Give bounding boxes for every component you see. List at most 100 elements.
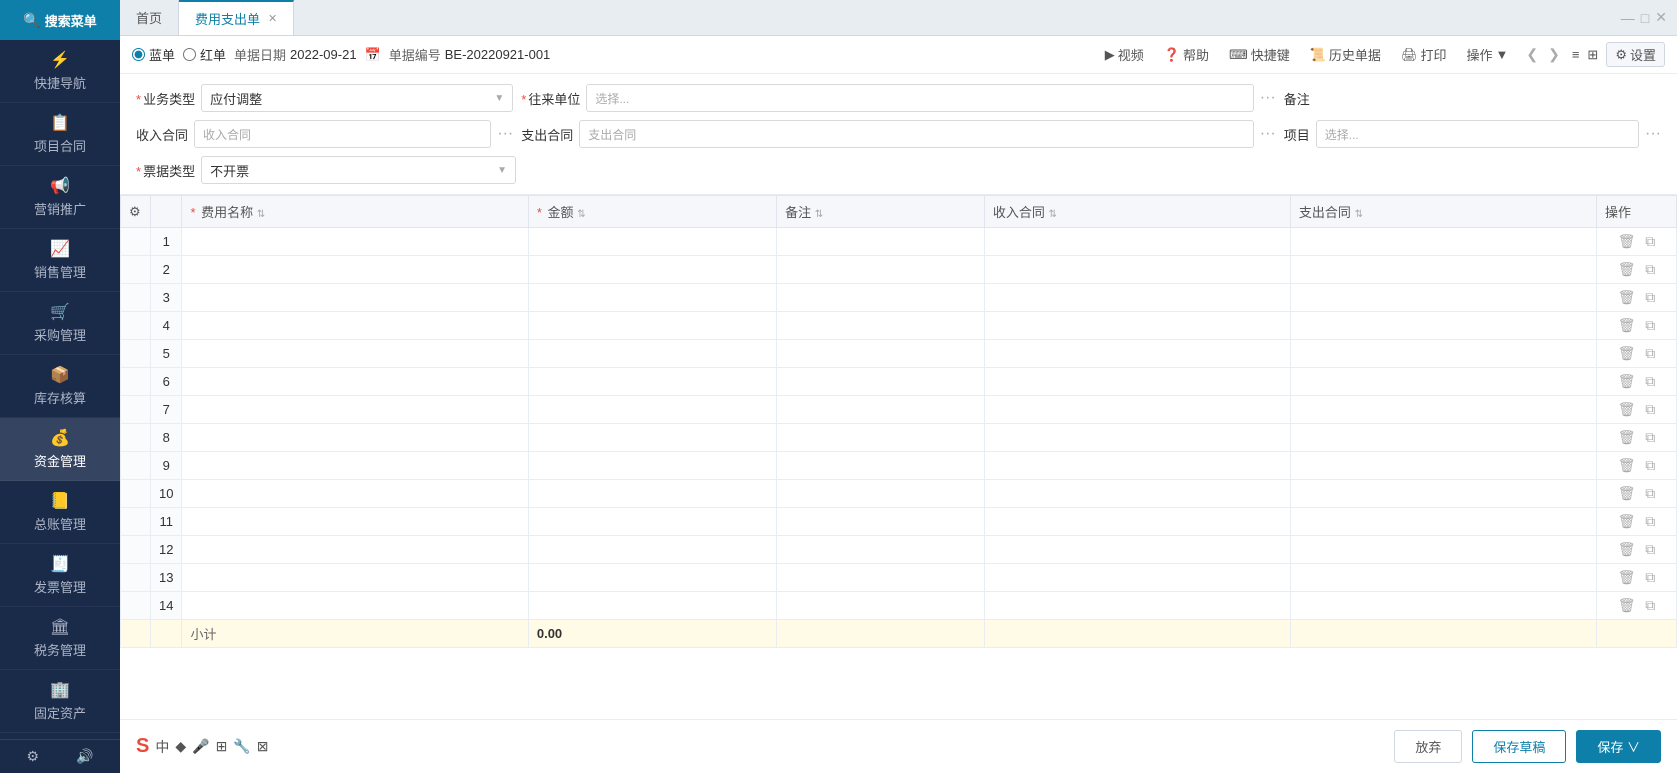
amount-cell[interactable] (528, 312, 776, 340)
sidebar-item-finance[interactable]: 💰 资金管理 (0, 418, 120, 481)
operation-button[interactable]: 操作 ▼ (1460, 43, 1514, 66)
expense-contract-cell[interactable] (1290, 508, 1596, 536)
volume-footer-icon[interactable]: 🔊 (76, 748, 93, 765)
expense-name-cell[interactable] (182, 424, 528, 452)
copy-row-icon[interactable]: ⧉ (1645, 597, 1655, 613)
expense-contract-cell[interactable] (1290, 424, 1596, 452)
print-button[interactable]: 🖨 打印 (1395, 43, 1453, 66)
income-contract-cell[interactable] (984, 536, 1290, 564)
amount-cell[interactable] (528, 424, 776, 452)
expense-name-cell[interactable] (182, 256, 528, 284)
note-cell[interactable] (777, 508, 985, 536)
red-bill-input[interactable] (183, 48, 196, 61)
income-contract-cell[interactable] (984, 480, 1290, 508)
settings-footer-icon[interactable]: ⚙ (27, 748, 40, 765)
delete-row-icon[interactable]: 🗑 (1618, 569, 1636, 585)
income-contract-cell[interactable] (984, 396, 1290, 424)
expense-contract-cell[interactable] (1290, 368, 1596, 396)
th-income-contract[interactable]: 收入合同 ⇅ (984, 196, 1290, 228)
income-contract-ellipsis[interactable]: ··· (497, 125, 513, 143)
nav-next-button[interactable]: ❯ (1544, 44, 1564, 65)
copy-row-icon[interactable]: ⧉ (1645, 233, 1655, 249)
amount-cell[interactable] (528, 452, 776, 480)
project-ellipsis[interactable]: ··· (1645, 125, 1661, 143)
sidebar-item-project-contract[interactable]: 📋 项目合同 (0, 103, 120, 166)
income-contract-cell[interactable] (984, 228, 1290, 256)
copy-row-icon[interactable]: ⧉ (1645, 541, 1655, 557)
partner-input[interactable]: 选择... (586, 84, 1253, 112)
save-draft-button[interactable]: 保存草稿 (1472, 730, 1566, 763)
window-minimize-icon[interactable]: — (1621, 10, 1635, 26)
sidebar-item-assets[interactable]: 🏢 固定资产 (0, 670, 120, 733)
window-close-icon[interactable]: ✕ (1655, 9, 1667, 26)
red-bill-radio[interactable]: 红单 (183, 45, 226, 64)
settings-button[interactable]: ⚙ 设置 (1606, 42, 1665, 67)
project-input[interactable]: 选择... (1316, 120, 1639, 148)
copy-row-icon[interactable]: ⧉ (1645, 317, 1655, 333)
partner-ellipsis[interactable]: ··· (1260, 89, 1276, 107)
expense-name-cell[interactable] (182, 312, 528, 340)
delete-row-icon[interactable]: 🗑 (1618, 261, 1636, 277)
tab-close-icon[interactable]: ✕ (268, 12, 277, 25)
note-cell[interactable] (777, 340, 985, 368)
expense-contract-cell[interactable] (1290, 284, 1596, 312)
note-cell[interactable] (777, 480, 985, 508)
expense-contract-cell[interactable] (1290, 564, 1596, 592)
delete-row-icon[interactable]: 🗑 (1618, 485, 1636, 501)
business-type-input[interactable]: 应付调整 ▼ (201, 84, 513, 112)
note-sort[interactable]: ⇅ (815, 209, 823, 220)
apps-icon[interactable]: ⊠ (257, 738, 269, 755)
amount-sort[interactable]: ⇅ (577, 209, 585, 220)
delete-row-icon[interactable]: 🗑 (1618, 597, 1636, 613)
expense-name-cell[interactable] (182, 592, 528, 620)
copy-row-icon[interactable]: ⧉ (1645, 513, 1655, 529)
amount-cell[interactable] (528, 340, 776, 368)
note-cell[interactable] (777, 536, 985, 564)
copy-row-icon[interactable]: ⧉ (1645, 457, 1655, 473)
expense-name-cell[interactable] (182, 396, 528, 424)
expense-contract-input[interactable]: 支出合同 (579, 120, 1254, 148)
discard-button[interactable]: 放弃 (1394, 730, 1462, 763)
window-maximize-icon[interactable]: □ (1641, 10, 1649, 26)
th-expense-contract[interactable]: 支出合同 ⇅ (1290, 196, 1596, 228)
note-cell[interactable] (777, 256, 985, 284)
tool-icon[interactable]: 🔧 (233, 738, 250, 755)
note-cell[interactable] (777, 284, 985, 312)
copy-row-icon[interactable]: ⧉ (1645, 485, 1655, 501)
expense-name-cell[interactable] (182, 508, 528, 536)
expense-contract-cell[interactable] (1290, 396, 1596, 424)
delete-row-icon[interactable]: 🗑 (1618, 401, 1636, 417)
calendar-icon[interactable]: 📅 (365, 47, 381, 63)
delete-row-icon[interactable]: 🗑 (1618, 373, 1636, 389)
tab-home[interactable]: 首页 (120, 0, 179, 35)
amount-cell[interactable] (528, 228, 776, 256)
income-contract-cell[interactable] (984, 452, 1290, 480)
expense-contract-cell[interactable] (1290, 228, 1596, 256)
sidebar-item-accounting[interactable]: 📒 总账管理 (0, 481, 120, 544)
copy-row-icon[interactable]: ⧉ (1645, 429, 1655, 445)
delete-row-icon[interactable]: 🗑 (1618, 457, 1636, 473)
copy-row-icon[interactable]: ⧉ (1645, 401, 1655, 417)
copy-row-icon[interactable]: ⧉ (1645, 261, 1655, 277)
invoice-type-input[interactable]: 不开票 ▼ (201, 156, 516, 184)
expense-contract-cell[interactable] (1290, 592, 1596, 620)
note-cell[interactable] (777, 564, 985, 592)
income-contract-cell[interactable] (984, 284, 1290, 312)
amount-cell[interactable] (528, 284, 776, 312)
copy-row-icon[interactable]: ⧉ (1645, 345, 1655, 361)
amount-cell[interactable] (528, 508, 776, 536)
expense-name-cell[interactable] (182, 452, 528, 480)
expense-name-cell[interactable] (182, 480, 528, 508)
delete-row-icon[interactable]: 🗑 (1618, 541, 1636, 557)
copy-row-icon[interactable]: ⧉ (1645, 373, 1655, 389)
note-cell[interactable] (777, 368, 985, 396)
delete-row-icon[interactable]: 🗑 (1618, 429, 1636, 445)
income-contract-cell[interactable] (984, 312, 1290, 340)
note-cell[interactable] (777, 396, 985, 424)
amount-cell[interactable] (528, 480, 776, 508)
diamond-icon[interactable]: ◆ (175, 738, 186, 755)
expense-contract-cell[interactable] (1290, 536, 1596, 564)
sidebar-item-sales[interactable]: 📈 销售管理 (0, 229, 120, 292)
nav-prev-button[interactable]: ❮ (1522, 44, 1542, 65)
th-note[interactable]: 备注 ⇅ (777, 196, 985, 228)
